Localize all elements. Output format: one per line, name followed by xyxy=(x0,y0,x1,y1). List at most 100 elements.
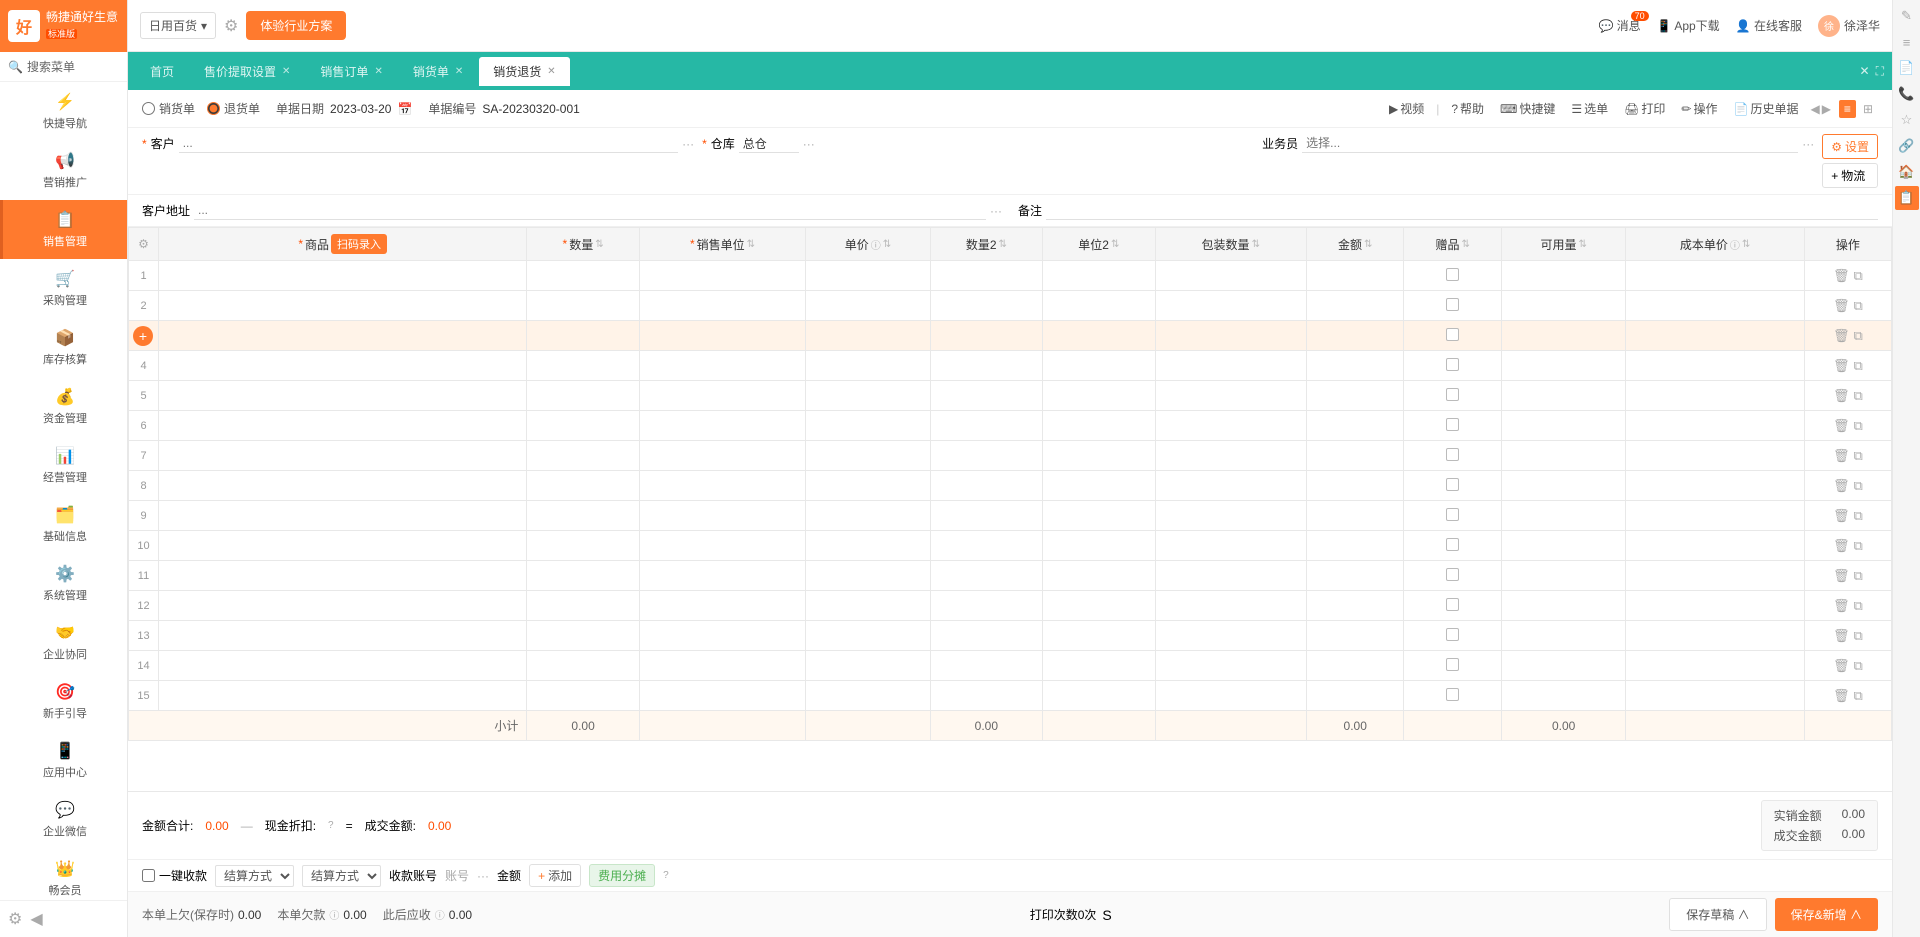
unit-cell-14[interactable] xyxy=(639,651,805,681)
pack-qty-cell-12[interactable] xyxy=(1155,591,1306,621)
gift-checkbox-12[interactable] xyxy=(1446,598,1459,611)
qty2-cell-10[interactable] xyxy=(930,531,1042,561)
industry-selector[interactable]: 日用百货 ▾ xyxy=(140,12,216,39)
unit2-cell-11[interactable] xyxy=(1043,561,1155,591)
gift-checkbox-14[interactable] xyxy=(1446,658,1459,671)
gift-checkbox-9[interactable] xyxy=(1446,508,1459,521)
gift-checkbox-11[interactable] xyxy=(1446,568,1459,581)
amount-cell-3[interactable] xyxy=(1306,321,1403,351)
save-new-btn[interactable]: 保存&新增 ∧ xyxy=(1775,898,1878,931)
copy-row-btn-1[interactable]: ⧉ xyxy=(1853,268,1862,284)
cost-price-cell-11[interactable] xyxy=(1626,561,1804,591)
unit2-cell-6[interactable] xyxy=(1043,411,1155,441)
fee-split-btn[interactable]: 费用分摊 xyxy=(589,864,655,887)
settings-btn[interactable]: ⚙ 设置 xyxy=(1822,134,1878,159)
unit2-cell-15[interactable] xyxy=(1043,681,1155,711)
cost-sort-icon[interactable]: ⇅ xyxy=(1742,239,1750,250)
unit-cell-7[interactable] xyxy=(639,441,805,471)
scan-btn[interactable]: 扫码录入 xyxy=(331,234,387,254)
amount-cell-2[interactable] xyxy=(1306,291,1403,321)
delete-row-btn-15[interactable]: 🗑 xyxy=(1833,688,1850,704)
amount-cell-6[interactable] xyxy=(1306,411,1403,441)
tab-close-sales-deliver[interactable]: ✕ xyxy=(455,66,463,77)
one-click-pay-check[interactable]: 一键收款 xyxy=(142,867,207,884)
pack-qty-cell-8[interactable] xyxy=(1155,471,1306,501)
price-cell-12[interactable] xyxy=(806,591,930,621)
pack-qty-cell-13[interactable] xyxy=(1155,621,1306,651)
qty-cell-2[interactable] xyxy=(527,291,639,321)
copy-row-btn-5[interactable]: ⧉ xyxy=(1853,388,1862,404)
cost-price-cell-10[interactable] xyxy=(1626,531,1804,561)
copy-row-btn-13[interactable]: ⧉ xyxy=(1853,628,1862,644)
unit-cell-15[interactable] xyxy=(639,681,805,711)
qty-sort-icon[interactable]: ⇅ xyxy=(595,239,603,250)
qty-cell-11[interactable] xyxy=(527,561,639,591)
cost-price-cell-15[interactable] xyxy=(1626,681,1804,711)
available-cell-10[interactable] xyxy=(1501,531,1625,561)
gift-checkbox-2[interactable] xyxy=(1446,298,1459,311)
price-cell-9[interactable] xyxy=(806,501,930,531)
product-cell-13[interactable] xyxy=(159,621,527,651)
gift-checkbox-15[interactable] xyxy=(1446,688,1459,701)
product-cell-15[interactable] xyxy=(159,681,527,711)
amount-cell-15[interactable] xyxy=(1306,681,1403,711)
qty-cell-15[interactable] xyxy=(527,681,639,711)
sidebar-item-member[interactable]: 👑 畅会员 xyxy=(0,849,127,900)
pack-qty-cell-1[interactable] xyxy=(1155,261,1306,291)
cost-price-cell-14[interactable] xyxy=(1626,651,1804,681)
cost-price-cell-5[interactable] xyxy=(1626,381,1804,411)
table-settings-icon[interactable]: ⚙ xyxy=(138,237,149,251)
rp-phone-icon[interactable]: 📞 xyxy=(1895,82,1919,106)
exp-btn[interactable]: 体验行业方案 xyxy=(246,11,346,40)
gift-cell-9[interactable] xyxy=(1404,501,1501,531)
warehouse-more-icon[interactable]: ··· xyxy=(803,137,815,151)
product-cell-4[interactable] xyxy=(159,351,527,381)
cost-price-cell-13[interactable] xyxy=(1626,621,1804,651)
pack-qty-cell-11[interactable] xyxy=(1155,561,1306,591)
gift-cell-13[interactable] xyxy=(1404,621,1501,651)
available-cell-1[interactable] xyxy=(1501,261,1625,291)
delete-row-btn-7[interactable]: 🗑 xyxy=(1833,448,1850,464)
pack-qty-cell-6[interactable] xyxy=(1155,411,1306,441)
unit-cell-4[interactable] xyxy=(639,351,805,381)
gift-cell-2[interactable] xyxy=(1404,291,1501,321)
price-cell-1[interactable] xyxy=(806,261,930,291)
settings-bottom-icon[interactable]: ⚙ xyxy=(8,909,22,929)
qty-cell-4[interactable] xyxy=(527,351,639,381)
cost-price-cell-8[interactable] xyxy=(1626,471,1804,501)
delete-row-btn-8[interactable]: 🗑 xyxy=(1833,478,1850,494)
pack-qty-cell-7[interactable] xyxy=(1155,441,1306,471)
unit-cell-5[interactable] xyxy=(639,381,805,411)
close-all-icon[interactable]: ✕ xyxy=(1860,64,1870,79)
gift-cell-1[interactable] xyxy=(1404,261,1501,291)
gift-checkbox-10[interactable] xyxy=(1446,538,1459,551)
pack-qty-cell-15[interactable] xyxy=(1155,681,1306,711)
topbar-settings-icon[interactable]: ⚙ xyxy=(224,16,238,36)
amount-cell-8[interactable] xyxy=(1306,471,1403,501)
sidebar-item-purchase[interactable]: 🛒 采购管理 xyxy=(0,259,127,318)
available-cell-2[interactable] xyxy=(1501,291,1625,321)
gift-checkbox-8[interactable] xyxy=(1446,478,1459,491)
amount-cell-4[interactable] xyxy=(1306,351,1403,381)
copy-row-btn-15[interactable]: ⧉ xyxy=(1853,688,1862,704)
price-cell-14[interactable] xyxy=(806,651,930,681)
unit-cell-9[interactable] xyxy=(639,501,805,531)
qty2-cell-11[interactable] xyxy=(930,561,1042,591)
tab-close-sales-return[interactable]: ✕ xyxy=(547,66,555,77)
pack-sort-icon[interactable]: ⇅ xyxy=(1252,239,1260,250)
logistics-btn[interactable]: + 物流 xyxy=(1822,163,1878,188)
save-draft-btn[interactable]: 保存草稿 ∧ xyxy=(1669,898,1766,931)
unit2-sort-icon[interactable]: ⇅ xyxy=(1111,239,1119,250)
amount-cell-12[interactable] xyxy=(1306,591,1403,621)
available-cell-6[interactable] xyxy=(1501,411,1625,441)
copy-row-btn-14[interactable]: ⧉ xyxy=(1853,658,1862,674)
qty-cell-9[interactable] xyxy=(527,501,639,531)
message-btn[interactable]: 💬 消息 70 xyxy=(1599,17,1641,34)
pack-qty-cell-3[interactable] xyxy=(1155,321,1306,351)
copy-row-btn-4[interactable]: ⧉ xyxy=(1853,358,1862,374)
radio-return-bill[interactable]: 退货单 xyxy=(207,100,260,117)
sidebar-item-ops[interactable]: 📊 经营管理 xyxy=(0,436,127,495)
sidebar-item-guide[interactable]: 🎯 新手引导 xyxy=(0,672,127,731)
unit2-cell-7[interactable] xyxy=(1043,441,1155,471)
cost-price-cell-9[interactable] xyxy=(1626,501,1804,531)
